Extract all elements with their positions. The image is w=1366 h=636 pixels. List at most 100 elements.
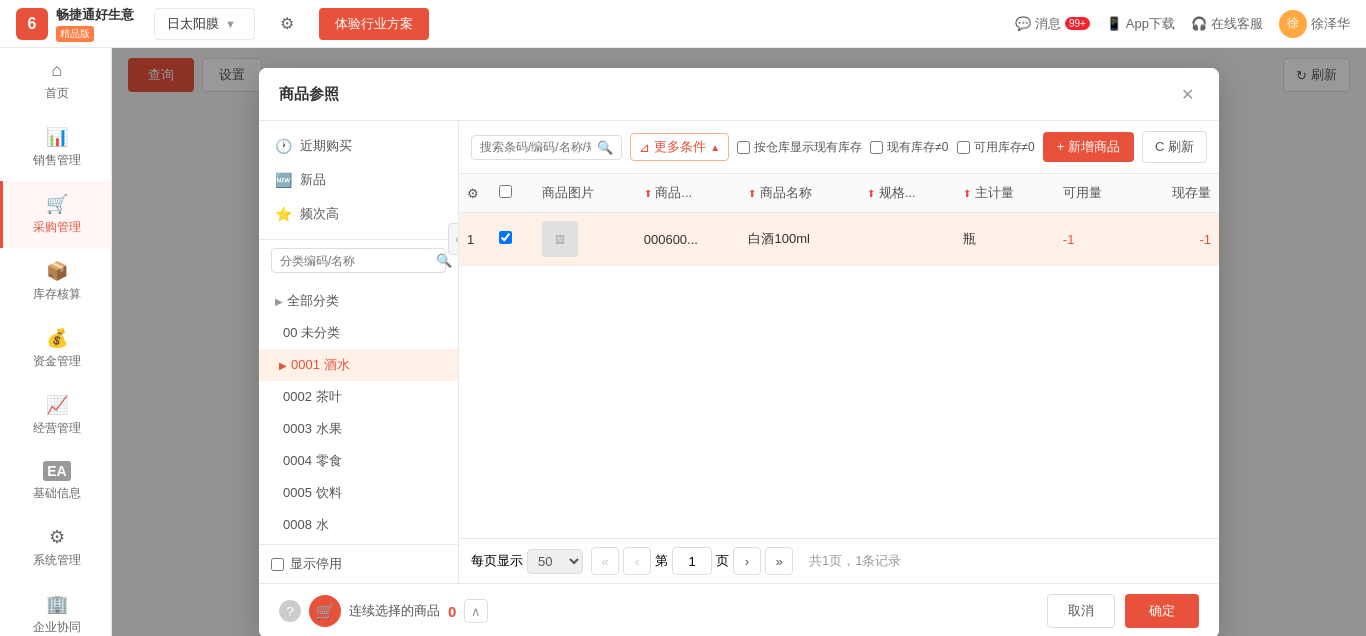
show-disabled-checkbox[interactable] [271,558,284,571]
quick-tab-new[interactable]: 🆕 新品 [259,163,458,197]
sidebar-item-system[interactable]: ⚙ 系统管理 [0,514,111,581]
modal-close-button[interactable]: ✕ [1175,82,1199,106]
system-icon: ⚙ [49,526,65,548]
page-total-info: 共1页，1条记录 [809,552,901,570]
sidebar-label-operation: 经营管理 [33,420,81,437]
quick-tab-recent[interactable]: 🕐 近期购买 [259,129,458,163]
cat-item-0002[interactable]: 0002 茶叶 [259,381,458,413]
th-name-sort-icon: ⬆ [748,188,756,199]
selected-products-label: 连续选择的商品 [349,602,440,620]
td-spec [859,213,955,266]
cat-item-0003[interactable]: 0003 水果 [259,413,458,445]
sidebar-item-enterprise[interactable]: 🏢 企业协同 [0,581,111,636]
divider-area: « [259,239,458,240]
cart-icon[interactable]: 🛒 [309,595,341,627]
first-page-btn[interactable]: « [591,547,619,575]
th-unit[interactable]: ⬆ 主计量 [955,174,1054,213]
show-disabled-label[interactable]: 显示停用 [290,555,342,573]
cat-item-0005-label: 0005 饮料 [283,484,342,502]
add-product-btn[interactable]: + 新增商品 [1043,132,1134,162]
collapse-selection-btn[interactable]: ∧ [464,599,488,623]
product-search-input[interactable] [480,140,591,154]
sidebar-label-home: 首页 [45,85,69,102]
help-icon[interactable]: ? [279,600,301,622]
th-checkbox [491,174,534,213]
search-icon[interactable]: 🔍 [597,140,613,155]
category-search-icon[interactable]: 🔍 [436,253,452,268]
cat-item-0008[interactable]: 0008 水 [259,509,458,541]
finance-icon: 💰 [46,327,68,349]
sidebar-item-home[interactable]: ⌂ 首页 [0,48,111,114]
check-available-checkbox[interactable] [957,141,970,154]
online-service-btn[interactable]: 🎧 在线客服 [1191,15,1263,33]
row-checkbox[interactable] [499,231,512,244]
cancel-button[interactable]: 取消 [1047,594,1115,628]
th-code-sort-icon: ⬆ [644,188,652,199]
product-table: ⚙ 商品图片 ⬆ 商品... [459,174,1219,266]
th-spec-sort-icon: ⬆ [867,188,875,199]
th-name[interactable]: ⬆ 商品名称 [740,174,859,213]
th-settings[interactable]: ⚙ [459,174,491,213]
quick-tab-frequent[interactable]: ⭐ 频次高 [259,197,458,231]
cat-item-0005[interactable]: 0005 饮料 [259,477,458,509]
product-image: 🖼 [542,221,578,257]
last-page-btn[interactable]: » [765,547,793,575]
mobile-icon: 📱 [1106,16,1122,31]
check-warehouse-checkbox[interactable] [737,141,750,154]
message-badge: 99+ [1065,17,1090,30]
page-size-select[interactable]: 50 10 20 100 [527,549,583,574]
star-icon: ⭐ [275,206,292,222]
table-row[interactable]: 1 🖼 [459,213,1219,266]
cat-item-0008-label: 0008 水 [283,516,329,534]
settings-gear-icon[interactable]: ⚙ [271,8,303,40]
cat-item-00[interactable]: 00 未分类 [259,317,458,349]
more-filter-btn[interactable]: ⊿ 更多条件 ▲ [630,133,729,161]
filter-label: 更多条件 [654,138,706,156]
page-number-input[interactable] [672,547,712,575]
check-warehouse-label[interactable]: 按仓库显示现有库存 [754,139,862,156]
avatar: 徐 [1279,10,1307,38]
check-current-checkbox[interactable] [870,141,883,154]
collapse-left-panel-btn[interactable]: « [448,223,459,255]
category-tree: ▶ 全部分类 00 未分类 ▶ 0001 酒水 0002 茶 [259,281,458,544]
select-all-checkbox[interactable] [499,185,512,198]
user-profile[interactable]: 徐 徐泽华 [1279,10,1350,38]
product-table-wrap: ⚙ 商品图片 ⬆ 商品... [459,174,1219,538]
operation-icon: 📈 [46,394,68,416]
sidebar-item-sales[interactable]: 📊 销售管理 [0,114,111,181]
confirm-button[interactable]: 确定 [1125,594,1199,628]
app-download-btn[interactable]: 📱 App下载 [1106,15,1175,33]
experience-btn[interactable]: 体验行业方案 [319,8,429,40]
category-search-input[interactable] [280,254,430,268]
modal-header: 商品参照 ✕ [259,68,1219,121]
messages-btn[interactable]: 💬 消息 99+ [1015,15,1090,33]
modal-left-footer: 显示停用 [259,544,458,583]
check-current-label[interactable]: 现有库存≠0 [887,139,948,156]
th-available: 可用量 [1055,174,1137,213]
logo-area: 6 畅捷通好生意 精品版 [16,6,134,42]
th-spec[interactable]: ⬆ 规格... [859,174,955,213]
td-stock: -1 [1137,213,1219,266]
check-warehouse-group: 按仓库显示现有库存 [737,139,862,156]
page-navigation: « ‹ 第 页 › » [591,547,793,575]
th-code[interactable]: ⬆ 商品... [636,174,741,213]
prev-page-btn[interactable]: ‹ [623,547,651,575]
cat-expand-icon: ▶ [275,296,283,307]
store-selector[interactable]: 日太阳膜 ▼ [154,8,255,40]
category-search-box: 🔍 [271,248,446,273]
check-available-label[interactable]: 可用库存≠0 [974,139,1035,156]
sidebar-item-purchase[interactable]: 🛒 采购管理 [0,181,111,248]
next-page-btn[interactable]: › [733,547,761,575]
cat-item-0001[interactable]: ▶ 0001 酒水 [259,349,458,381]
refresh-modal-btn[interactable]: C 刷新 [1142,131,1207,163]
td-checkbox[interactable] [491,213,534,266]
cat-item-all[interactable]: ▶ 全部分类 [259,285,458,317]
message-icon: 💬 [1015,16,1031,31]
purchase-icon: 🛒 [46,193,68,215]
sidebar-item-finance[interactable]: 💰 资金管理 [0,315,111,382]
cat-item-0004[interactable]: 0004 零食 [259,445,458,477]
sidebar-label-inventory: 库存核算 [33,286,81,303]
sidebar-item-base[interactable]: EA 基础信息 [0,449,111,514]
sidebar-item-inventory[interactable]: 📦 库存核算 [0,248,111,315]
sidebar-item-operation[interactable]: 📈 经营管理 [0,382,111,449]
